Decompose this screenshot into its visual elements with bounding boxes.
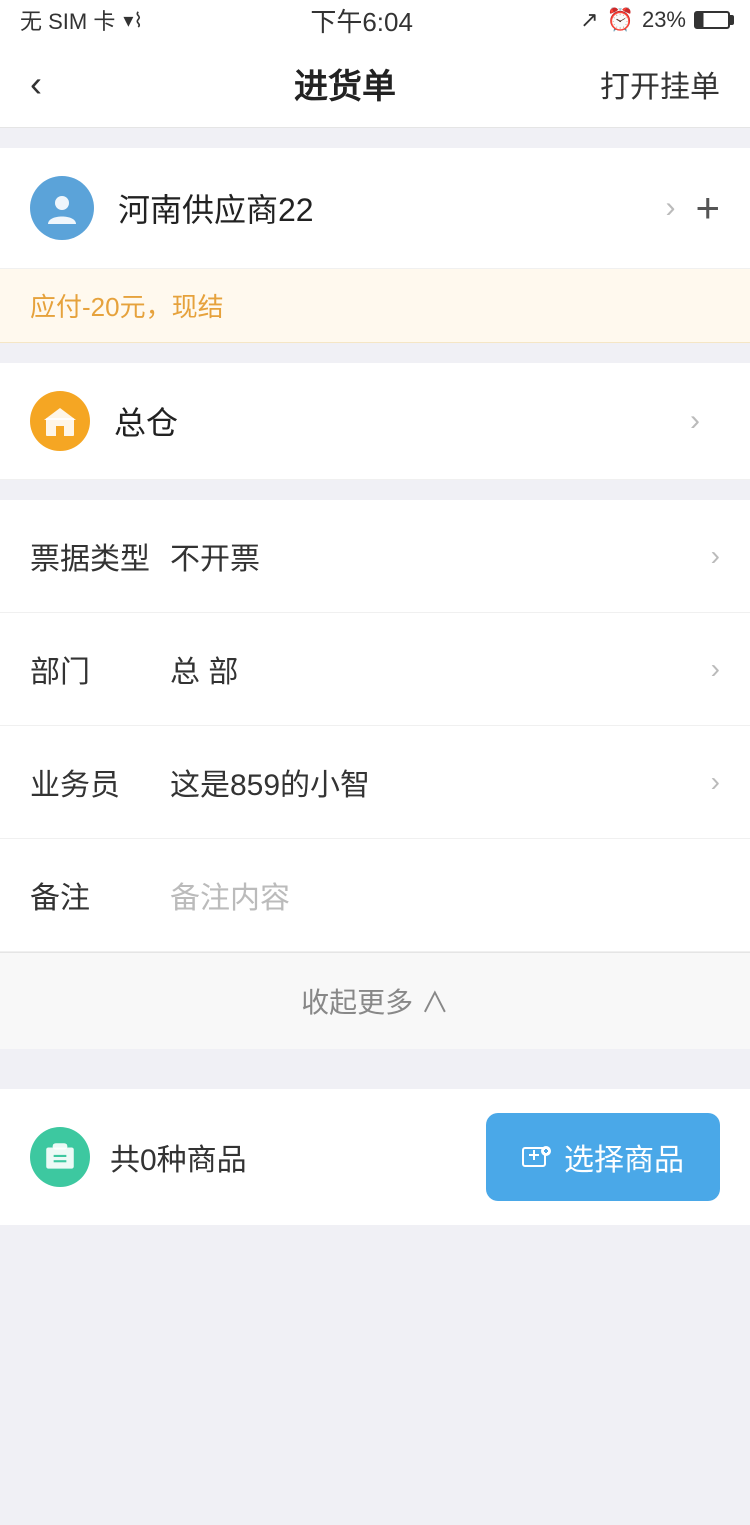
main-background <box>0 1225 750 1525</box>
open-pending-button[interactable]: 打开挂单 <box>600 62 720 106</box>
avatar <box>30 176 94 240</box>
nav-bar: ‹ 进货单 打开挂单 <box>0 40 750 128</box>
salesperson-label: 业务员 <box>30 760 170 804</box>
status-right: ↗ ⏰ 23% <box>580 7 730 33</box>
select-product-label: 选择商品 <box>564 1135 684 1179</box>
invoice-type-row[interactable]: 票据类型 不开票 › <box>0 500 750 613</box>
salesperson-row[interactable]: 业务员 这是859的小智 › <box>0 726 750 839</box>
supplier-card: 河南供应商22 › + 应付-20元，现结 <box>0 148 750 343</box>
location-icon: ↗ <box>580 7 598 33</box>
divider-3 <box>0 480 750 500</box>
back-button[interactable]: ‹ <box>30 63 90 105</box>
status-time: 下午6:04 <box>310 2 413 39</box>
status-bar: 无 SIM 卡 ▾⌇ 下午6:04 ↗ ⏰ 23% <box>0 0 750 40</box>
notice-text: 应付-20元，现结 <box>30 292 224 322</box>
salesperson-chevron-icon: › <box>711 766 720 798</box>
supplier-chevron-icon: › <box>665 191 675 225</box>
remark-label: 备注 <box>30 873 170 917</box>
wifi-icon: ▾⌇ <box>123 8 143 33</box>
collapse-label: 收起更多 ∧ <box>301 981 449 1021</box>
divider-4 <box>0 1049 750 1069</box>
status-left: 无 SIM 卡 ▾⌇ <box>20 4 143 36</box>
collapse-button[interactable]: 收起更多 ∧ <box>0 952 750 1049</box>
notice-bar: 应付-20元，现结 <box>0 269 750 343</box>
department-chevron-icon: › <box>711 653 720 685</box>
invoice-type-value: 不开票 <box>170 534 711 578</box>
salesperson-value: 这是859的小智 <box>170 760 711 804</box>
divider-2 <box>0 343 750 363</box>
supplier-row[interactable]: 河南供应商22 › + <box>0 148 750 269</box>
product-count-area: 共0种商品 <box>30 1127 247 1187</box>
department-row[interactable]: 部门 总 部 › <box>0 613 750 726</box>
alarm-icon: ⏰ <box>607 7 634 33</box>
invoice-chevron-icon: › <box>711 540 720 572</box>
carrier-text: 无 SIM 卡 <box>20 4 115 36</box>
invoice-type-label: 票据类型 <box>30 534 170 578</box>
warehouse-name: 总仓 <box>114 398 690 444</box>
remark-input[interactable]: 备注内容 <box>170 873 720 917</box>
select-product-button[interactable]: 选择商品 <box>486 1113 720 1201</box>
warehouse-row[interactable]: 总仓 › <box>0 363 750 480</box>
page-title: 进货单 <box>294 59 396 108</box>
supplier-name: 河南供应商22 <box>118 185 665 231</box>
product-icon <box>30 1127 90 1187</box>
battery-icon <box>694 11 730 29</box>
product-count-text: 共0种商品 <box>110 1135 247 1179</box>
remark-row[interactable]: 备注 备注内容 <box>0 839 750 952</box>
warehouse-chevron-icon: › <box>690 404 700 438</box>
divider-1 <box>0 128 750 148</box>
warehouse-card: 总仓 › <box>0 363 750 480</box>
form-card: 票据类型 不开票 › 部门 总 部 › 业务员 这是859的小智 › 备注 备注… <box>0 500 750 952</box>
department-label: 部门 <box>30 647 170 691</box>
add-supplier-button[interactable]: + <box>695 187 720 229</box>
battery-percent: 23% <box>642 7 686 33</box>
warehouse-icon <box>30 391 90 451</box>
bottom-section: 共0种商品 选择商品 <box>0 1089 750 1225</box>
department-value: 总 部 <box>170 647 711 691</box>
